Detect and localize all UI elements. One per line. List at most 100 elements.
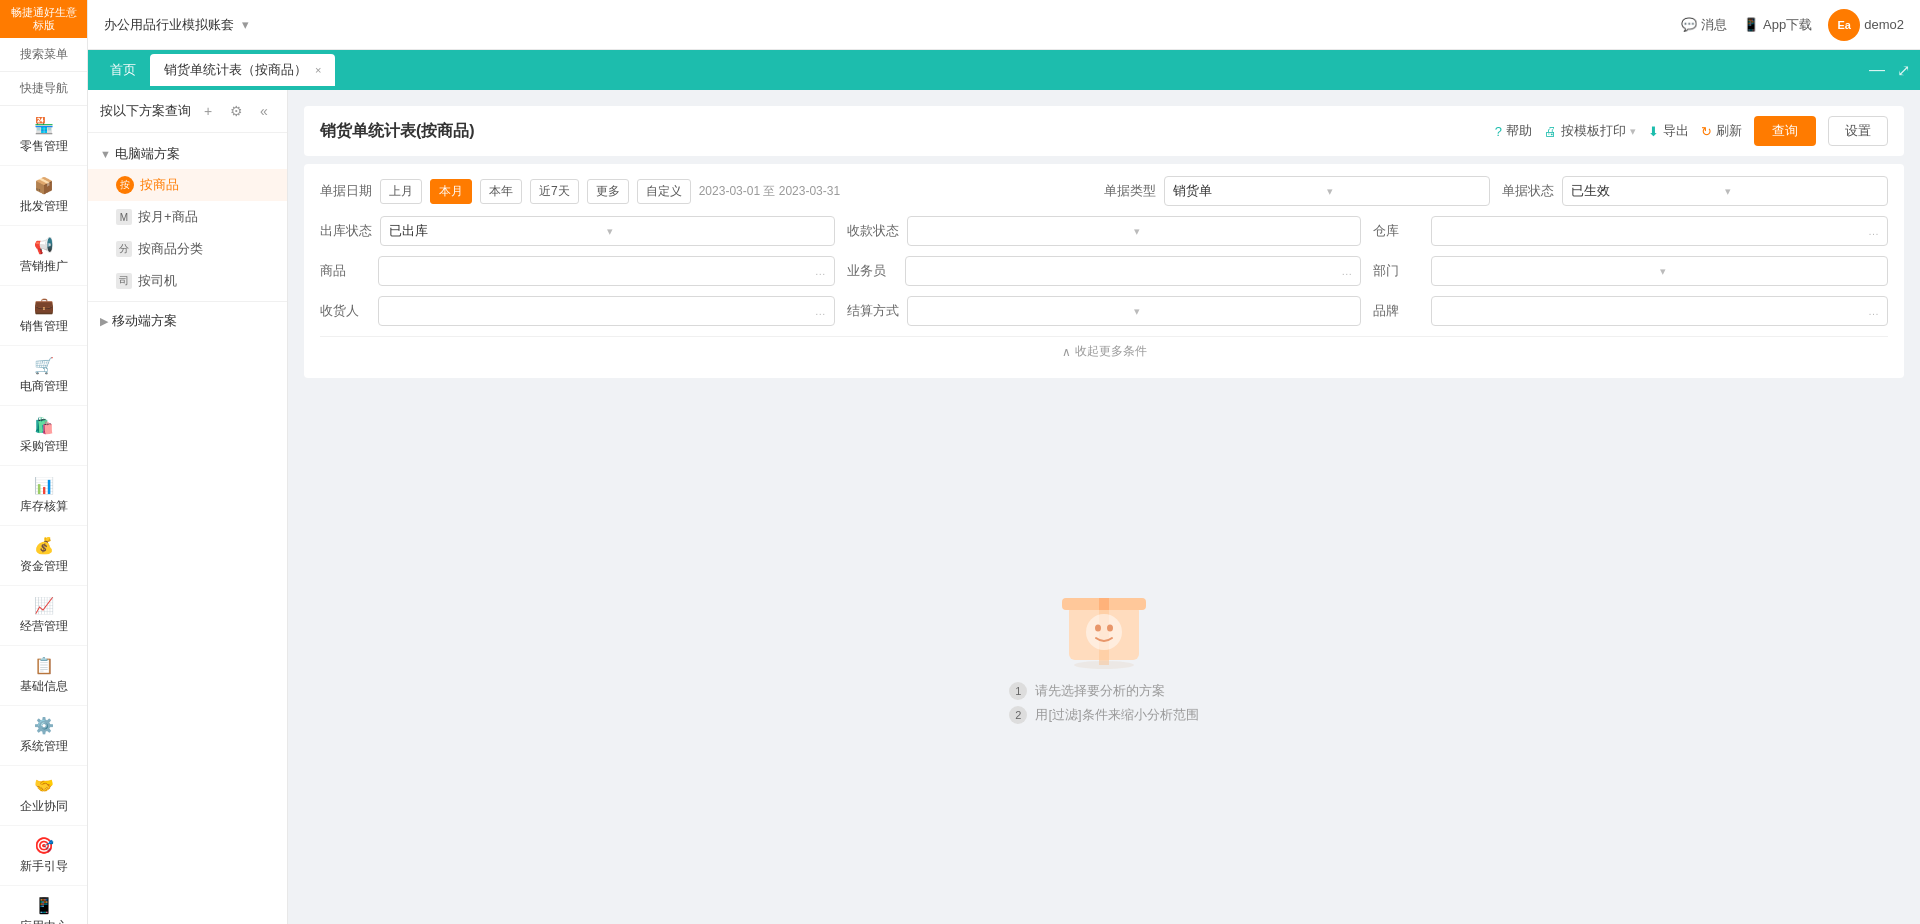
receiver-more-btn[interactable]: … — [815, 305, 826, 317]
help-btn[interactable]: ? 帮助 — [1495, 122, 1532, 140]
sidebar-item-icon-newbie: 🎯 — [34, 836, 54, 855]
scheme-item-icon-month: M — [116, 209, 132, 225]
message-btn[interactable]: 💬 消息 — [1681, 16, 1727, 34]
out-status-value: 已出库 — [389, 222, 607, 240]
scheme-item-by-month-product[interactable]: M 按月+商品 — [88, 201, 287, 233]
desktop-scheme-group-header[interactable]: ▼ 电脑端方案 — [88, 139, 287, 169]
sidebar-item-label-sales: 销售管理 — [20, 318, 68, 335]
sidebar-item-inventory[interactable]: 📊 库存核算 — [0, 466, 87, 526]
sidebar-quick-nav[interactable]: 快捷导航 — [0, 72, 87, 106]
left-panel-header-icons: + ⚙ « — [197, 100, 275, 122]
receipt-status-caret: ▾ — [1134, 225, 1352, 238]
brand-input[interactable]: … — [1431, 296, 1888, 326]
sidebar-item-wholesale[interactable]: 📦 批发管理 — [0, 166, 87, 226]
tab-active[interactable]: 销货单统计表（按商品） × — [150, 54, 335, 86]
warehouse-input[interactable]: … — [1431, 216, 1888, 246]
sidebar-item-icon-inventory: 📊 — [34, 476, 54, 495]
scheme-item-by-driver[interactable]: 司 按司机 — [88, 265, 287, 297]
scheme-item-label-category: 按商品分类 — [138, 240, 203, 258]
receipt-status-select[interactable]: ▾ — [907, 216, 1362, 246]
tab-close-icon[interactable]: × — [315, 64, 321, 76]
empty-hint-text-1: 请先选择要分析的方案 — [1035, 682, 1165, 700]
filter-row-2: 出库状态 已出库 ▾ 收款状态 ▾ 仓库 — [320, 216, 1888, 246]
app-download-btn[interactable]: 📱 App下载 — [1743, 16, 1812, 34]
print-btn[interactable]: 🖨 按模板打印 ▾ — [1544, 122, 1636, 140]
logo-text: 畅捷通好生意 — [11, 6, 77, 19]
user-btn[interactable]: Ea demo2 — [1828, 9, 1904, 41]
main-area: 办公用品行业模拟账套 ▾ 💬 消息 📱 App下载 Ea demo2 首页 — [88, 0, 1920, 924]
top-bar-left: 办公用品行业模拟账套 ▾ — [104, 16, 249, 34]
sidebar-item-retail[interactable]: 🏪 零售管理 — [0, 106, 87, 166]
scheme-item-label-month: 按月+商品 — [138, 208, 198, 226]
sidebar-item-purchase[interactable]: 🛍️ 采购管理 — [0, 406, 87, 466]
query-button[interactable]: 查询 — [1754, 116, 1816, 146]
date-btn-this-year[interactable]: 本年 — [480, 179, 522, 204]
doc-type-select[interactable]: 销货单 ▾ — [1164, 176, 1490, 206]
empty-illustration — [1044, 570, 1164, 670]
scheme-settings-btn[interactable]: ⚙ — [225, 100, 247, 122]
sidebar-item-system[interactable]: ⚙️ 系统管理 — [0, 706, 87, 766]
receiver-input-field[interactable] — [387, 304, 815, 319]
collapse-panel-btn[interactable]: « — [253, 100, 275, 122]
product-more-btn[interactable]: … — [815, 265, 826, 277]
date-btn-custom[interactable]: 自定义 — [637, 179, 691, 204]
mobile-group-label: 移动端方案 — [112, 312, 177, 330]
add-scheme-btn[interactable]: + — [197, 100, 219, 122]
department-select[interactable]: ▾ — [1431, 256, 1888, 286]
collapse-more-conditions-btn[interactable]: ∧ 收起更多条件 — [320, 336, 1888, 366]
out-status-select[interactable]: 已出库 ▾ — [380, 216, 835, 246]
sidebar-item-basics[interactable]: 📋 基础信息 — [0, 646, 87, 706]
filter-receiver-field: 收货人 … — [320, 296, 835, 326]
sidebar-item-newbie[interactable]: 🎯 新手引导 — [0, 826, 87, 886]
sidebar-item-marketing[interactable]: 📢 营销推广 — [0, 226, 87, 286]
product-input[interactable]: … — [378, 256, 835, 286]
scheme-section: ▼ 电脑端方案 按 按商品 M 按月+商品 分 按商品分类 — [88, 133, 287, 342]
receiver-input[interactable]: … — [378, 296, 835, 326]
scheme-item-icon-category: 分 — [116, 241, 132, 257]
brand-more-btn[interactable]: … — [1868, 305, 1879, 317]
scheme-item-by-category[interactable]: 分 按商品分类 — [88, 233, 287, 265]
date-btn-last7[interactable]: 近7天 — [530, 179, 579, 204]
settlement-label: 结算方式 — [847, 302, 899, 320]
sidebar-item-appcenter[interactable]: 📱 应用中心 — [0, 886, 87, 924]
tab-home[interactable]: 首页 — [96, 54, 150, 86]
collapse-icon: ∧ — [1062, 345, 1071, 359]
sidebar-item-finance[interactable]: 💰 资金管理 — [0, 526, 87, 586]
sidebar-item-ecommerce[interactable]: 🛒 电商管理 — [0, 346, 87, 406]
settlement-select[interactable]: ▾ — [907, 296, 1362, 326]
salesperson-input-field[interactable] — [914, 264, 1342, 279]
mobile-scheme-group-header[interactable]: ▶ 移动端方案 — [88, 306, 287, 336]
message-label: 消息 — [1701, 16, 1727, 34]
settings-button[interactable]: 设置 — [1828, 116, 1888, 146]
print-dropdown-icon: ▾ — [1630, 125, 1636, 138]
tab-minimize-btn[interactable]: — — [1867, 59, 1887, 82]
scheme-item-by-product[interactable]: 按 按商品 — [88, 169, 287, 201]
industry-dropdown-icon[interactable]: ▾ — [242, 17, 249, 32]
salesperson-more-btn[interactable]: … — [1341, 265, 1352, 277]
export-btn[interactable]: ⬇ 导出 — [1648, 122, 1689, 140]
page-title: 销货单统计表(按商品) — [320, 121, 475, 142]
warehouse-input-field[interactable] — [1440, 224, 1868, 239]
sidebar-item-label-ecommerce: 电商管理 — [20, 378, 68, 395]
sidebar-item-operations[interactable]: 📈 经营管理 — [0, 586, 87, 646]
brand-input-field[interactable] — [1440, 304, 1868, 319]
sidebar-item-icon-basics: 📋 — [34, 656, 54, 675]
app-download-label: App下载 — [1763, 16, 1812, 34]
receiver-label: 收货人 — [320, 302, 370, 320]
warehouse-more-btn[interactable]: … — [1868, 225, 1879, 237]
sidebar-item-collab[interactable]: 🤝 企业协同 — [0, 766, 87, 826]
print-icon: 🖨 — [1544, 124, 1557, 139]
sidebar-item-sales[interactable]: 💼 销售管理 — [0, 286, 87, 346]
out-status-label: 出库状态 — [320, 222, 372, 240]
date-btn-last-month[interactable]: 上月 — [380, 179, 422, 204]
product-input-field[interactable] — [387, 264, 815, 279]
date-btn-this-month[interactable]: 本月 — [430, 179, 472, 204]
sidebar-item-icon-retail: 🏪 — [34, 116, 54, 135]
salesperson-input[interactable]: … — [905, 256, 1362, 286]
sidebar-item-label-system: 系统管理 — [20, 738, 68, 755]
sidebar-search-item[interactable]: 搜索菜单 — [0, 38, 87, 72]
date-btn-more[interactable]: 更多 — [587, 179, 629, 204]
doc-status-select[interactable]: 已生效 ▾ — [1562, 176, 1888, 206]
refresh-btn[interactable]: ↻ 刷新 — [1701, 122, 1742, 140]
tab-maximize-btn[interactable]: ⤢ — [1895, 59, 1912, 82]
